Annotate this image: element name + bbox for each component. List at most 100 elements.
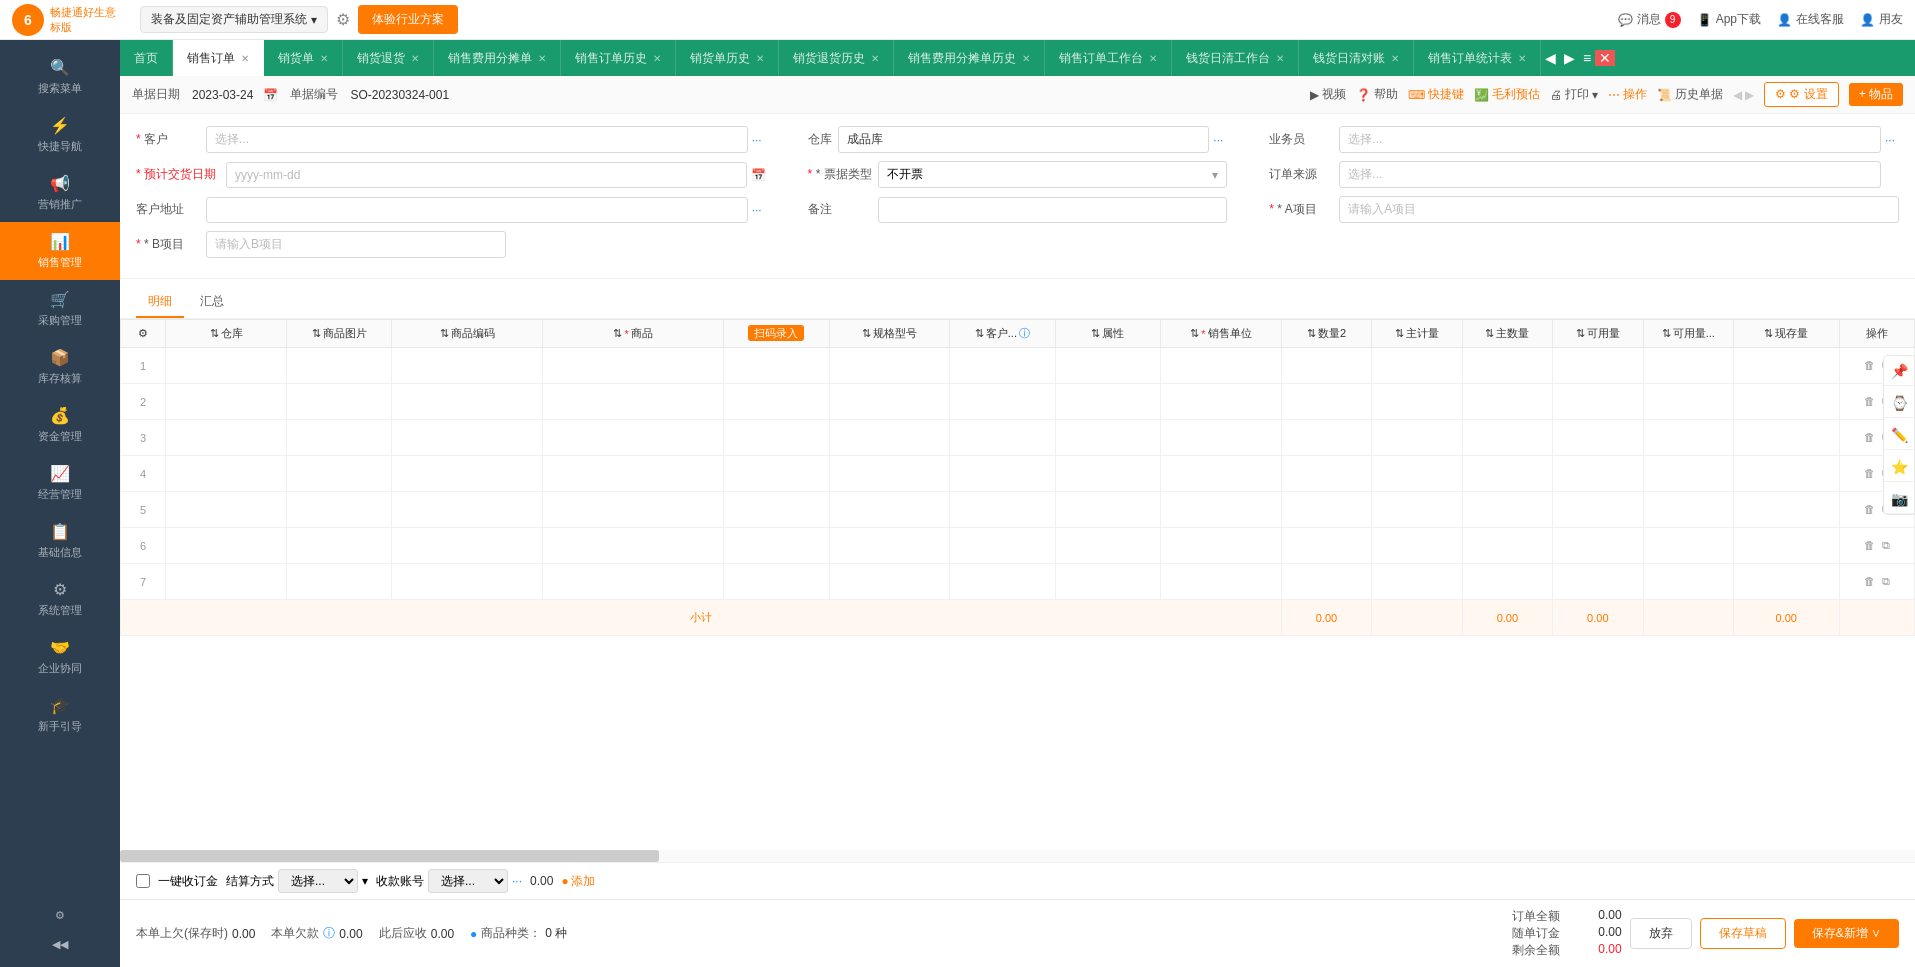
cell-main-qty[interactable] — [1462, 420, 1552, 456]
cell-main-unit[interactable] — [1372, 564, 1462, 600]
cell-image[interactable] — [286, 456, 392, 492]
tab-fee-history[interactable]: 销售费用分摊单历史 ✕ — [894, 40, 1045, 76]
delete-icon[interactable]: 🗑 — [1864, 503, 1875, 515]
cell-spec[interactable] — [829, 492, 950, 528]
cell-code[interactable] — [392, 348, 543, 384]
cell-image[interactable] — [286, 564, 392, 600]
account-more-btn[interactable]: ··· — [512, 874, 522, 888]
tab-nav-next[interactable]: ▶ — [1560, 50, 1579, 66]
cell-warehouse[interactable] — [166, 348, 287, 384]
calendar-icon[interactable]: 📅 — [263, 88, 278, 102]
cell-current[interactable] — [1733, 564, 1839, 600]
history-action[interactable]: 📜 历史单据 — [1657, 86, 1723, 103]
th-settings[interactable]: ⚙ — [121, 320, 166, 348]
cell-warehouse[interactable] — [166, 456, 287, 492]
message-item[interactable]: 💬 消息 9 — [1618, 11, 1681, 28]
th-customer-code[interactable]: ⇅客户...ⓘ — [950, 320, 1056, 348]
tab-daily-workbench[interactable]: 钱货日清工作台 ✕ — [1172, 40, 1299, 76]
sidebar-item-inventory[interactable]: 📦 库存核算 — [0, 338, 120, 396]
cell-available[interactable] — [1553, 384, 1643, 420]
th-main-unit[interactable]: ⇅主计量 — [1372, 320, 1462, 348]
cell-available[interactable] — [1553, 564, 1643, 600]
th-attribute[interactable]: ⇅属性 — [1055, 320, 1161, 348]
salesperson-more-btn[interactable]: ··· — [1881, 133, 1899, 147]
sidebar-item-marketing[interactable]: 📢 营销推广 — [0, 164, 120, 222]
sidebar-collapse[interactable]: ◀◀ — [46, 932, 74, 957]
discard-btn[interactable]: 放弃 — [1630, 918, 1692, 949]
system-name[interactable]: 装备及固定资产辅助管理系统 ▾ — [140, 6, 328, 33]
cell-attribute[interactable] — [1055, 528, 1161, 564]
help-action[interactable]: ❓ 帮助 — [1356, 86, 1398, 103]
warehouse-more-btn[interactable]: ··· — [1209, 133, 1227, 147]
cell-unit[interactable] — [1161, 492, 1282, 528]
delete-icon[interactable]: 🗑 — [1864, 395, 1875, 407]
cell-spec[interactable] — [829, 456, 950, 492]
tab-summary[interactable]: 汇总 — [188, 287, 236, 318]
tab-nav-menu[interactable]: ≡ — [1579, 50, 1595, 66]
cell-attribute[interactable] — [1055, 564, 1161, 600]
save-draft-btn[interactable]: 保存草稿 — [1700, 918, 1786, 949]
payment-method-select[interactable]: 选择... — [278, 869, 358, 893]
rp-clock-icon[interactable]: ⌚ — [1884, 388, 1914, 418]
cell-image[interactable] — [286, 348, 392, 384]
add-goods-btn[interactable]: + 物品 — [1849, 83, 1903, 106]
cell-main-unit[interactable] — [1372, 492, 1462, 528]
order-source-input[interactable]: 选择... — [1339, 161, 1881, 188]
cell-customer-code[interactable] — [950, 456, 1056, 492]
cell-spec[interactable] — [829, 348, 950, 384]
cell-warehouse[interactable] — [166, 420, 287, 456]
tab-close-invoice[interactable]: ✕ — [320, 53, 328, 64]
cell-current[interactable] — [1733, 420, 1839, 456]
rp-camera-icon[interactable]: 📷 — [1884, 484, 1914, 514]
sidebar-item-guide[interactable]: 🎓 新手引导 — [0, 686, 120, 744]
cell-attribute[interactable] — [1055, 492, 1161, 528]
cell-main-unit[interactable] — [1372, 384, 1462, 420]
shortcut-action[interactable]: ⌨ 快捷键 — [1408, 86, 1464, 103]
tab-fee-split[interactable]: 销售费用分摊单 ✕ — [434, 40, 561, 76]
tab-close-fee[interactable]: ✕ — [538, 53, 546, 64]
th-main-qty[interactable]: ⇅主数量 — [1462, 320, 1552, 348]
cell-available2[interactable] — [1643, 492, 1733, 528]
tab-order-workbench[interactable]: 销售订单工作台 ✕ — [1045, 40, 1172, 76]
cell-unit[interactable] — [1161, 564, 1282, 600]
customer-more-btn[interactable]: ··· — [748, 133, 766, 147]
th-spec[interactable]: ⇅规格型号 — [829, 320, 950, 348]
sidebar-item-sales[interactable]: 📊 销售管理 — [0, 222, 120, 280]
th-qty2[interactable]: ⇅数量2 — [1281, 320, 1371, 348]
address-more-btn[interactable]: ··· — [748, 203, 766, 217]
scroll-bar-area[interactable] — [120, 850, 1915, 862]
cell-current[interactable] — [1733, 456, 1839, 492]
tab-home[interactable]: 首页 — [120, 40, 173, 76]
cell-qty2[interactable] — [1281, 348, 1371, 384]
delete-icon[interactable]: 🗑 — [1864, 467, 1875, 479]
cell-current[interactable] — [1733, 348, 1839, 384]
customer-input[interactable]: 选择... — [206, 126, 748, 153]
th-unit[interactable]: ⇅*销售单位 — [1161, 320, 1282, 348]
tab-sales-return[interactable]: 销货退货 ✕ — [343, 40, 434, 76]
cell-available2[interactable] — [1643, 528, 1733, 564]
cell-qty2[interactable] — [1281, 564, 1371, 600]
tab-close-order-hist[interactable]: ✕ — [653, 53, 661, 64]
cell-customer-code[interactable] — [950, 420, 1056, 456]
cell-code[interactable] — [392, 456, 543, 492]
cell-spec[interactable] — [829, 564, 950, 600]
a-project-input[interactable]: 请输入A项目 — [1339, 196, 1899, 223]
sidebar-item-basic[interactable]: 📋 基础信息 — [0, 512, 120, 570]
cell-code[interactable] — [392, 564, 543, 600]
cell-image[interactable] — [286, 528, 392, 564]
cell-available[interactable] — [1553, 420, 1643, 456]
profit-action[interactable]: 💹 毛利预估 — [1474, 86, 1540, 103]
delivery-calendar-icon[interactable]: 📅 — [751, 168, 766, 182]
tab-close-fee-hist[interactable]: ✕ — [1022, 53, 1030, 64]
cell-image[interactable] — [286, 420, 392, 456]
settings-btn[interactable]: ⚙ ⚙ 设置 — [1764, 82, 1839, 107]
tab-close-summary[interactable]: ✕ — [1518, 53, 1526, 64]
cell-main-unit[interactable] — [1372, 528, 1462, 564]
sidebar-item-quick[interactable]: ⚡ 快捷导航 — [0, 106, 120, 164]
tab-order-history[interactable]: 销售订单历史 ✕ — [561, 40, 676, 76]
note-input[interactable] — [878, 197, 1228, 223]
cell-available2[interactable] — [1643, 564, 1733, 600]
th-goods[interactable]: ⇅*商品 — [543, 320, 724, 348]
b-project-input[interactable]: 请输入B项目 — [206, 231, 506, 258]
cell-attribute[interactable] — [1055, 456, 1161, 492]
